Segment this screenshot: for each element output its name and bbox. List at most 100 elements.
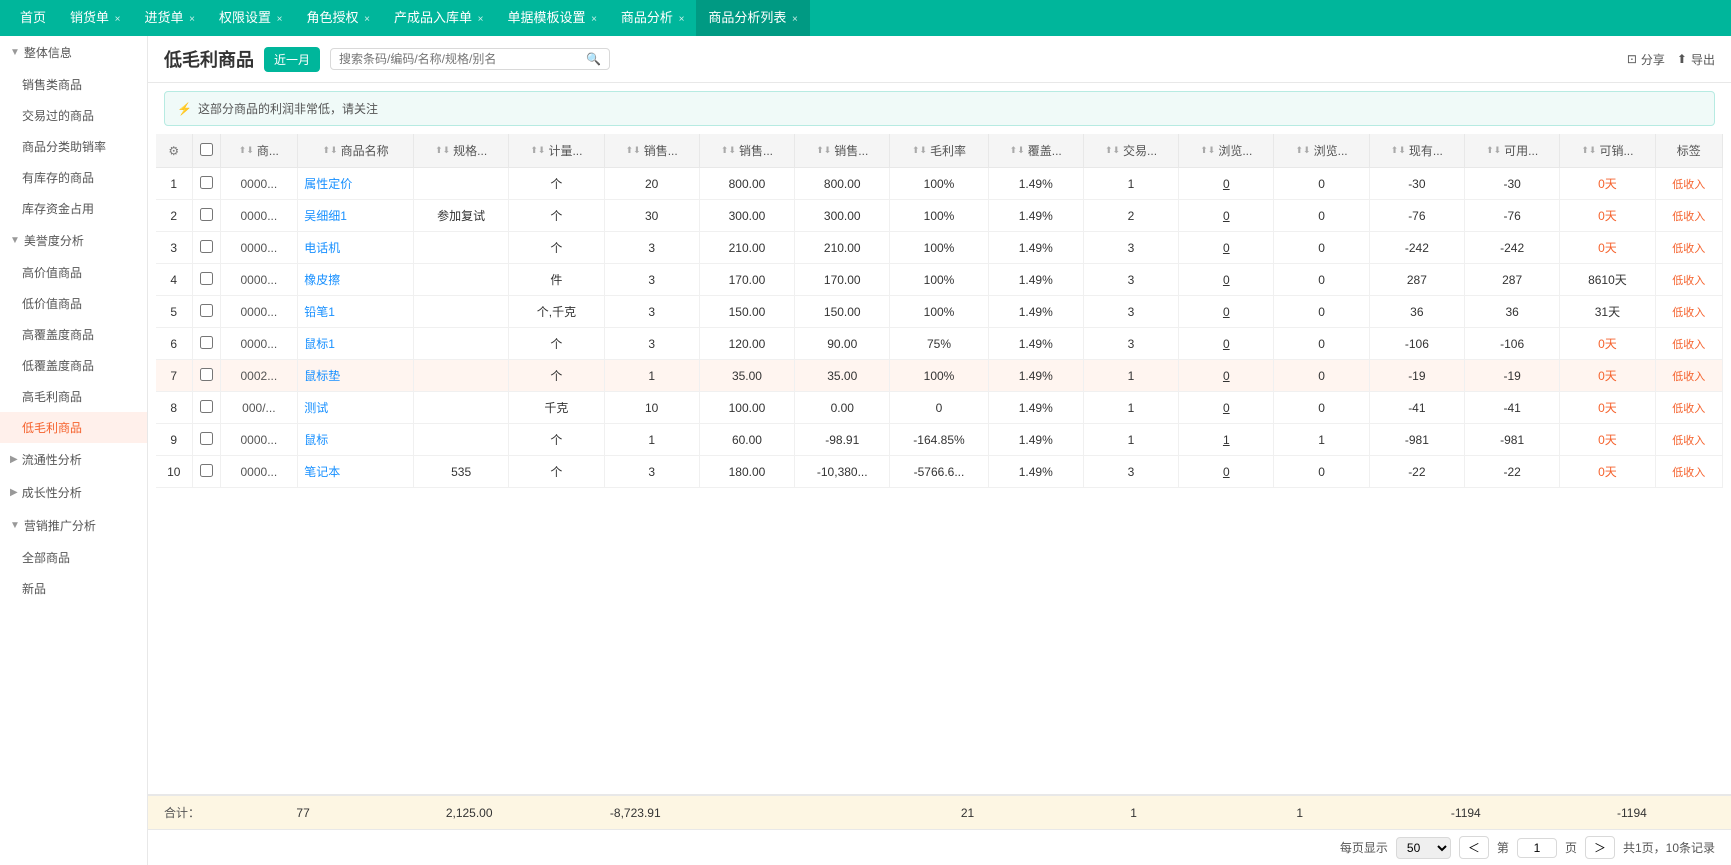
sidebar-item-low-margin[interactable]: 低毛利商品	[0, 412, 147, 443]
row-checkbox[interactable]	[200, 240, 213, 253]
sidebar-group-growth[interactable]: ▶ 成长性分析	[0, 476, 147, 509]
search-box[interactable]: 🔍	[330, 48, 610, 70]
td-sales-qty: 1	[604, 360, 699, 392]
td-sales-qty: 20	[604, 168, 699, 200]
prev-page-btn[interactable]: ＜	[1459, 836, 1489, 859]
export-button[interactable]: ⬆ 导出	[1677, 51, 1715, 68]
sidebar-item-traded-goods[interactable]: 交易过的商品	[0, 100, 147, 131]
td-name[interactable]: 鼠标垫	[298, 360, 414, 392]
page-title: 低毛利商品	[164, 46, 254, 72]
sidebar-item-new-goods[interactable]: 新品	[0, 573, 147, 604]
nav-item-role[interactable]: 角色授权 ×	[294, 0, 381, 36]
nav-item-template[interactable]: 单据模板设置 ×	[495, 0, 608, 36]
td-checkbox[interactable]	[192, 200, 220, 232]
page-size-select[interactable]: 50 100 200	[1396, 837, 1451, 859]
td-sales-qty: 3	[604, 328, 699, 360]
row-checkbox[interactable]	[200, 368, 213, 381]
td-checkbox[interactable]	[192, 328, 220, 360]
share-button[interactable]: ⊡ 分享	[1627, 51, 1665, 68]
td-checkbox[interactable]	[192, 264, 220, 296]
td-checkbox[interactable]	[192, 296, 220, 328]
td-checkbox[interactable]	[192, 232, 220, 264]
row-checkbox[interactable]	[200, 432, 213, 445]
sidebar: ▼ 整体信息 销售类商品 交易过的商品 商品分类助销率 有库存的商品 库存资金占…	[0, 36, 148, 865]
sort-icon-3: ⬆⬇	[435, 145, 450, 156]
th-settings[interactable]: ⚙	[156, 134, 192, 168]
row-checkbox[interactable]	[200, 400, 213, 413]
nav-item-analysis-list[interactable]: 商品分析列表 ×	[696, 0, 809, 36]
td-name[interactable]: 属性定价	[298, 168, 414, 200]
nav-close-sales[interactable]: ×	[115, 14, 121, 25]
gear-icon[interactable]: ⚙	[168, 144, 179, 158]
sidebar-item-sales-goods[interactable]: 销售类商品	[0, 69, 147, 100]
search-input[interactable]	[339, 52, 582, 66]
td-checkbox[interactable]	[192, 392, 220, 424]
sidebar-item-category-rate[interactable]: 商品分类助销率	[0, 131, 147, 162]
td-name[interactable]: 鼠标	[298, 424, 414, 456]
sidebar-group-overall[interactable]: ▼ 整体信息	[0, 36, 147, 69]
td-sales-qty: 3	[604, 296, 699, 328]
sidebar-group-flow[interactable]: ▶ 流通性分析	[0, 443, 147, 476]
td-available: 36	[1465, 296, 1560, 328]
row-checkbox[interactable]	[200, 464, 213, 477]
nav-item-finished[interactable]: 产成品入库单 ×	[382, 0, 495, 36]
sidebar-item-high-margin[interactable]: 高毛利商品	[0, 381, 147, 412]
td-name[interactable]: 鼠标1	[298, 328, 414, 360]
filter-btn[interactable]: 近一月	[264, 47, 320, 72]
td-name[interactable]: 电话机	[298, 232, 414, 264]
nav-close-purchase[interactable]: ×	[189, 14, 195, 25]
td-code: 0002...	[220, 360, 298, 392]
sidebar-group-reputation[interactable]: ▼ 美誉度分析	[0, 224, 147, 257]
td-name[interactable]: 笔记本	[298, 456, 414, 488]
nav-item-sales[interactable]: 销货单 ×	[58, 0, 132, 36]
td-current-stock: -76	[1369, 200, 1464, 232]
footer-coverage	[718, 806, 884, 820]
sidebar-item-stocked-goods[interactable]: 有库存的商品	[0, 162, 147, 193]
nav-item-home[interactable]: 首页	[8, 0, 58, 36]
sort-icon-10: ⬆⬇	[1105, 145, 1120, 156]
td-checkbox[interactable]	[192, 360, 220, 392]
th-browse1: ⬆⬇ 浏览...	[1179, 134, 1274, 168]
nav-close-permission[interactable]: ×	[277, 14, 283, 25]
nav-item-purchase[interactable]: 进货单 ×	[133, 0, 207, 36]
sidebar-item-all-goods[interactable]: 全部商品	[0, 542, 147, 573]
td-checkbox[interactable]	[192, 424, 220, 456]
sidebar-item-high-value[interactable]: 高价值商品	[0, 257, 147, 288]
sidebar-item-low-value[interactable]: 低价值商品	[0, 288, 147, 319]
nav-close-template[interactable]: ×	[591, 14, 597, 25]
select-all-checkbox[interactable]	[200, 143, 213, 156]
nav-close-finished[interactable]: ×	[478, 14, 484, 25]
nav-close-analysis-list[interactable]: ×	[792, 14, 798, 25]
td-coverage: 1.49%	[988, 200, 1083, 232]
nav-close-product-analysis[interactable]: ×	[679, 14, 685, 25]
td-name[interactable]: 吴细细1	[298, 200, 414, 232]
sidebar-group-marketing[interactable]: ▼ 营销推广分析	[0, 509, 147, 542]
nav-item-permission[interactable]: 权限设置 ×	[207, 0, 294, 36]
footer-sales-amount: -8,723.91	[552, 806, 718, 820]
th-checkbox[interactable]	[192, 134, 220, 168]
td-checkbox[interactable]	[192, 456, 220, 488]
row-checkbox[interactable]	[200, 336, 213, 349]
td-name[interactable]: 测试	[298, 392, 414, 424]
td-coverage: 1.49%	[988, 392, 1083, 424]
table-footer: 合计： 77 2,125.00 -8,723.91 21 1 1 -1194 -…	[148, 794, 1731, 829]
row-checkbox[interactable]	[200, 304, 213, 317]
td-checkbox[interactable]	[192, 168, 220, 200]
sidebar-item-stock-fund[interactable]: 库存资金占用	[0, 193, 147, 224]
td-name[interactable]: 铅笔1	[298, 296, 414, 328]
sidebar-item-low-coverage[interactable]: 低覆盖度商品	[0, 350, 147, 381]
td-trade-times: 1	[1083, 360, 1178, 392]
td-sales-amount: -98.91	[795, 424, 890, 456]
page-input[interactable]	[1517, 838, 1557, 858]
next-page-btn[interactable]: ＞	[1585, 836, 1615, 859]
row-checkbox[interactable]	[200, 208, 213, 221]
td-gross-rate: 100%	[890, 296, 988, 328]
row-checkbox[interactable]	[200, 176, 213, 189]
sidebar-item-high-coverage[interactable]: 高覆盖度商品	[0, 319, 147, 350]
td-num: 8	[156, 392, 192, 424]
nav-item-product-analysis[interactable]: 商品分析 ×	[609, 0, 696, 36]
nav-close-role[interactable]: ×	[364, 14, 370, 25]
td-name[interactable]: 橡皮擦	[298, 264, 414, 296]
share-icon: ⊡	[1627, 52, 1637, 66]
row-checkbox[interactable]	[200, 272, 213, 285]
